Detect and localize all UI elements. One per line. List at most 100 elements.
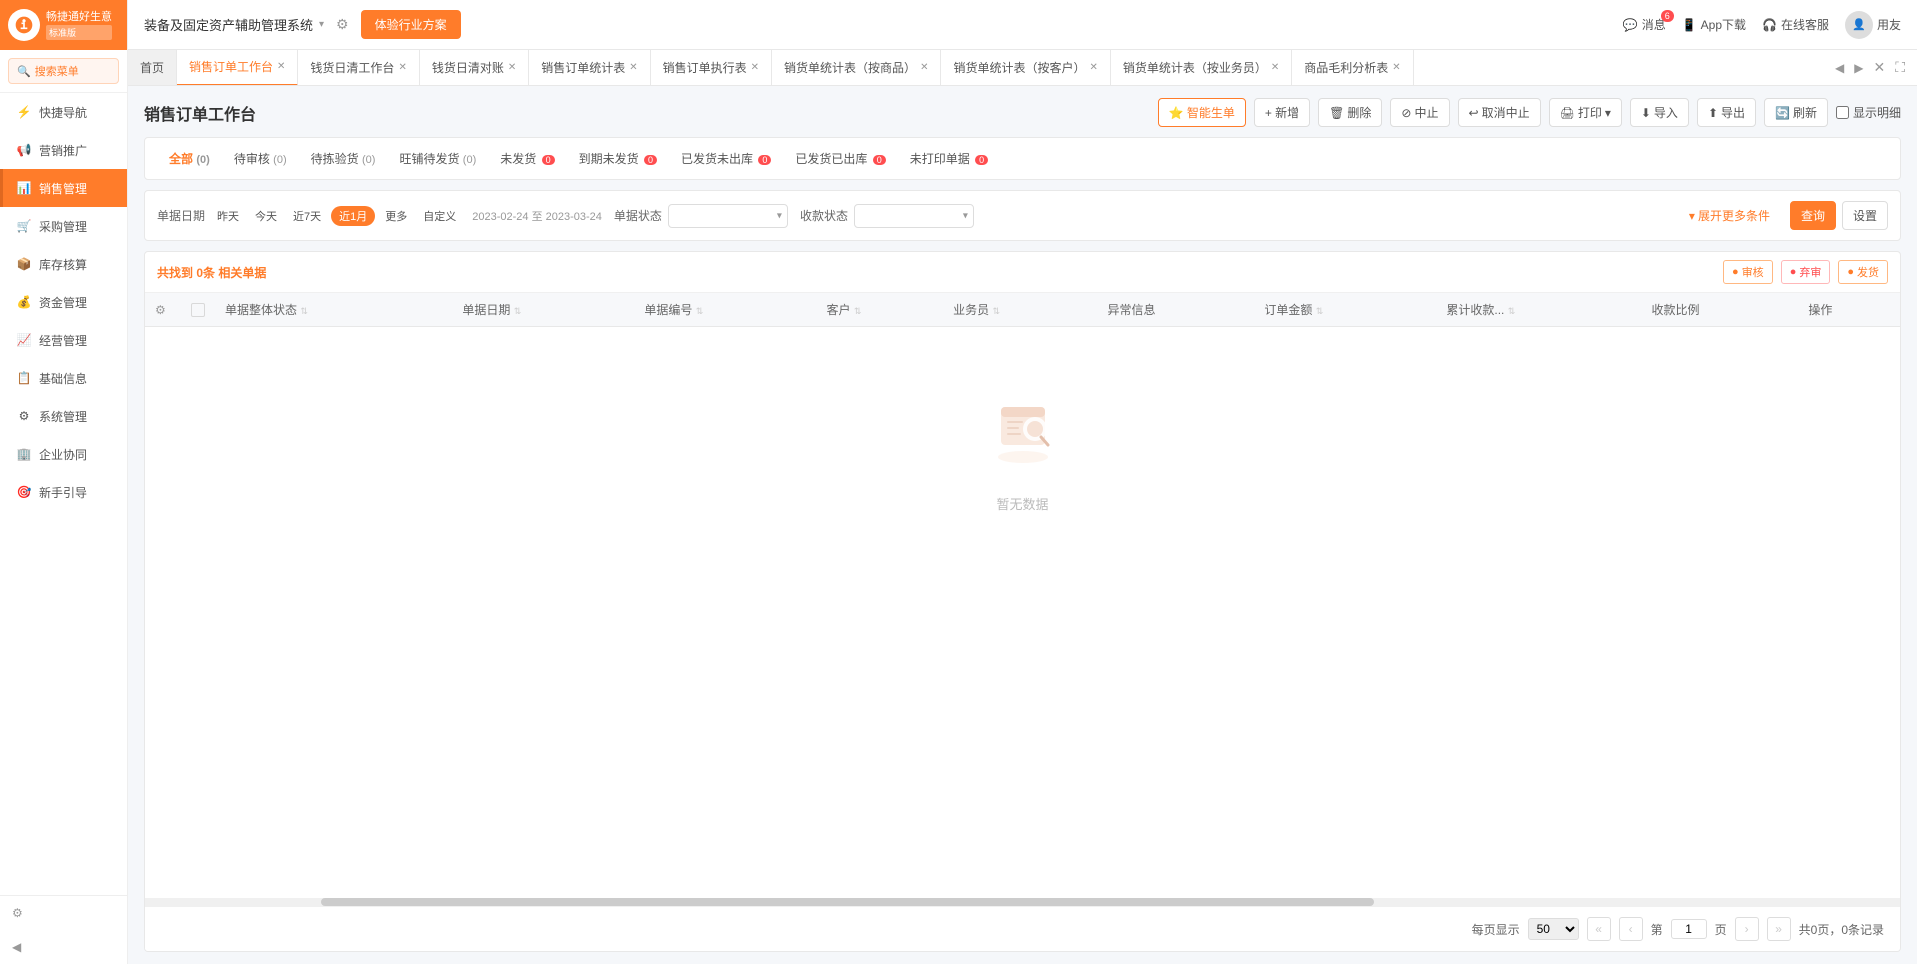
tab-sales-stats-close[interactable]: ✕ xyxy=(629,62,637,73)
query-btn[interactable]: 查询 xyxy=(1790,201,1836,230)
page-last-btn[interactable]: » xyxy=(1767,917,1791,941)
set-btn[interactable]: 设置 xyxy=(1842,201,1888,230)
import-btn[interactable]: ⬇ 导入 xyxy=(1630,98,1689,127)
sub-tab-wangpu[interactable]: 旺铺待发货 (0) xyxy=(387,146,488,171)
export-btn[interactable]: ⬆ 导出 xyxy=(1697,98,1756,127)
sub-tab-pending-review[interactable]: 待审核 (0) xyxy=(222,146,299,171)
show-detail-label[interactable]: 显示明细 xyxy=(1836,104,1901,121)
tab-product-margin[interactable]: 商品毛利分析表 ✕ xyxy=(1292,50,1413,86)
online-service-btn[interactable]: 🎧 在线客服 xyxy=(1762,16,1829,33)
sub-tab-all[interactable]: 全部 (0) xyxy=(157,146,222,171)
message-btn[interactable]: 💬 消息 6 xyxy=(1623,16,1666,33)
sidebar-item-newbie[interactable]: 🎯 新手引导 xyxy=(0,473,127,511)
industry-btn[interactable]: 体验行业方案 xyxy=(361,10,461,39)
expand-filter-btn[interactable]: ▾ 展开更多条件 xyxy=(1689,207,1770,224)
date-custom[interactable]: 自定义 xyxy=(417,206,462,226)
th-checkbox[interactable] xyxy=(181,293,215,327)
date-1month[interactable]: 近1月 xyxy=(331,206,375,226)
page-size-select[interactable]: 50 10 20 100 xyxy=(1528,918,1579,940)
tab-home[interactable]: 首页 xyxy=(128,50,177,86)
sidebar-item-quick-nav[interactable]: ⚡ 快捷导航 xyxy=(0,93,127,131)
sidebar-item-purchase[interactable]: 🛒 采购管理 xyxy=(0,207,127,245)
date-yesterday[interactable]: 昨天 xyxy=(211,206,245,226)
tab-sales-stats-customer[interactable]: 销货单统计表（按客户） ✕ xyxy=(941,50,1110,86)
sidebar-item-inventory[interactable]: 📦 库存核算 xyxy=(0,245,127,283)
tab-sales-stats-product[interactable]: 销货单统计表（按商品） ✕ xyxy=(772,50,941,86)
cancel-review-btn[interactable]: ● 弃审 xyxy=(1781,260,1831,284)
th-date[interactable]: 单据日期 ⇅ xyxy=(452,293,634,327)
payment-select[interactable] xyxy=(854,204,974,228)
th-amount[interactable]: 订单金额 ⇅ xyxy=(1254,293,1436,327)
page-prev-btn[interactable]: ‹ xyxy=(1619,917,1643,941)
sub-tab-expired-not-shipped[interactable]: 到期未发货 0 xyxy=(567,146,669,171)
page-first-btn[interactable]: « xyxy=(1587,917,1611,941)
sidebar-item-capital[interactable]: 💰 资金管理 xyxy=(0,283,127,321)
tab-close-all[interactable]: ✕ xyxy=(1869,59,1889,76)
app-download-btn[interactable]: 📱 App下载 xyxy=(1682,16,1746,33)
header-title-dropdown[interactable]: ▾ xyxy=(319,19,324,30)
settings-bottom-btn[interactable]: ⚙ xyxy=(0,896,127,930)
th-received[interactable]: 累计收款... ⇅ xyxy=(1436,293,1641,327)
stop-btn[interactable]: ⊘ 中止 xyxy=(1390,98,1449,127)
show-detail-checkbox[interactable] xyxy=(1836,106,1849,119)
tab-sales-exec-close[interactable]: ✕ xyxy=(751,62,759,73)
tab-sales-stats[interactable]: 销售订单统计表 ✕ xyxy=(529,50,650,86)
tab-maximize[interactable]: ⛶ xyxy=(1891,59,1909,76)
tab-scroll-left[interactable]: ◀ xyxy=(1831,61,1848,75)
sidebar-item-system[interactable]: ⚙ 系统管理 xyxy=(0,397,127,435)
page-number-input[interactable] xyxy=(1671,919,1707,939)
sub-tab-shipped-not-out[interactable]: 已发货未出库 0 xyxy=(669,146,783,171)
ship-btn[interactable]: ● 发货 xyxy=(1838,260,1888,284)
tab-sales-stats-product-close[interactable]: ✕ xyxy=(920,62,928,73)
sub-tab-shipped-out[interactable]: 已发货已出库 0 xyxy=(783,146,897,171)
tab-sales-stats-staff[interactable]: 销货单统计表（按业务员） ✕ xyxy=(1111,50,1292,86)
cancel-stop-btn[interactable]: ↩ 取消中止 xyxy=(1458,98,1541,127)
tab-sales-exec[interactable]: 销售订单执行表 ✕ xyxy=(651,50,772,86)
ai-generate-btn[interactable]: ⭐ 智能生单 xyxy=(1158,98,1246,127)
table-scroll[interactable]: ⚙ 单据整体状态 ⇅ 单据日期 ⇅ xyxy=(145,293,1900,898)
th-number[interactable]: 单据编号 ⇅ xyxy=(634,293,816,327)
page-next-btn[interactable]: › xyxy=(1735,917,1759,941)
status-select-wrap[interactable] xyxy=(668,204,788,228)
th-staff[interactable]: 业务员 ⇅ xyxy=(943,293,1097,327)
date-more[interactable]: 更多 xyxy=(379,206,413,226)
header-gear-icon[interactable]: ⚙ xyxy=(336,16,349,33)
th-gear[interactable]: ⚙ xyxy=(145,293,181,327)
review-btn[interactable]: ● 审核 xyxy=(1723,260,1773,284)
tab-sales-stats-staff-close[interactable]: ✕ xyxy=(1271,62,1279,73)
print-btn[interactable]: 🖨 打印 ▾ xyxy=(1549,98,1622,127)
tab-cash-reconcile[interactable]: 钱货日清对账 ✕ xyxy=(420,50,529,86)
sub-tab-not-shipped[interactable]: 未发货 0 xyxy=(488,146,566,171)
sidebar-item-basic-info[interactable]: 📋 基础信息 xyxy=(0,359,127,397)
sidebar-item-marketing[interactable]: 📢 营销推广 xyxy=(0,131,127,169)
search-menu-button[interactable]: 🔍 搜索菜单 xyxy=(8,58,119,84)
status-select[interactable] xyxy=(668,204,788,228)
tab-cash-reconcile-close[interactable]: ✕ xyxy=(508,62,516,73)
sub-tab-not-printed[interactable]: 未打印单据 0 xyxy=(898,146,1000,171)
sidebar-search-area[interactable]: 🔍 搜索菜单 xyxy=(0,50,127,93)
user-menu-btn[interactable]: 👤 用友 xyxy=(1845,11,1901,39)
horizontal-scrollbar[interactable] xyxy=(145,898,1900,906)
collapse-btn[interactable]: ◀ xyxy=(0,930,127,964)
tab-sales-workbench-close[interactable]: ✕ xyxy=(277,61,285,72)
tab-sales-workbench[interactable]: 销售订单工作台 ✕ xyxy=(177,50,298,86)
sub-tab-pending-inspect[interactable]: 待拣验货 (0) xyxy=(299,146,388,171)
scrollbar-thumb[interactable] xyxy=(321,898,1374,906)
tab-scroll-right[interactable]: ▶ xyxy=(1850,61,1867,75)
column-settings-icon[interactable]: ⚙ xyxy=(155,303,166,317)
select-all-checkbox[interactable] xyxy=(191,303,205,317)
tab-sales-stats-customer-close[interactable]: ✕ xyxy=(1089,62,1097,73)
date-7days[interactable]: 近7天 xyxy=(287,206,327,226)
sidebar-item-sales[interactable]: 📊 销售管理 xyxy=(0,169,127,207)
tab-cash-daily-close[interactable]: ✕ xyxy=(398,62,406,73)
tab-product-margin-close[interactable]: ✕ xyxy=(1392,62,1400,73)
th-status[interactable]: 单据整体状态 ⇅ xyxy=(215,293,452,327)
refresh-btn[interactable]: 🔄 刷新 xyxy=(1764,98,1828,127)
add-btn[interactable]: + 新增 xyxy=(1254,98,1310,127)
sidebar-item-operations[interactable]: 📈 经营管理 xyxy=(0,321,127,359)
tab-cash-daily[interactable]: 钱货日清工作台 ✕ xyxy=(298,50,419,86)
payment-select-wrap[interactable] xyxy=(854,204,974,228)
th-customer[interactable]: 客户 ⇅ xyxy=(816,293,943,327)
delete-btn[interactable]: 🗑 删除 xyxy=(1318,98,1382,127)
date-today[interactable]: 今天 xyxy=(249,206,283,226)
